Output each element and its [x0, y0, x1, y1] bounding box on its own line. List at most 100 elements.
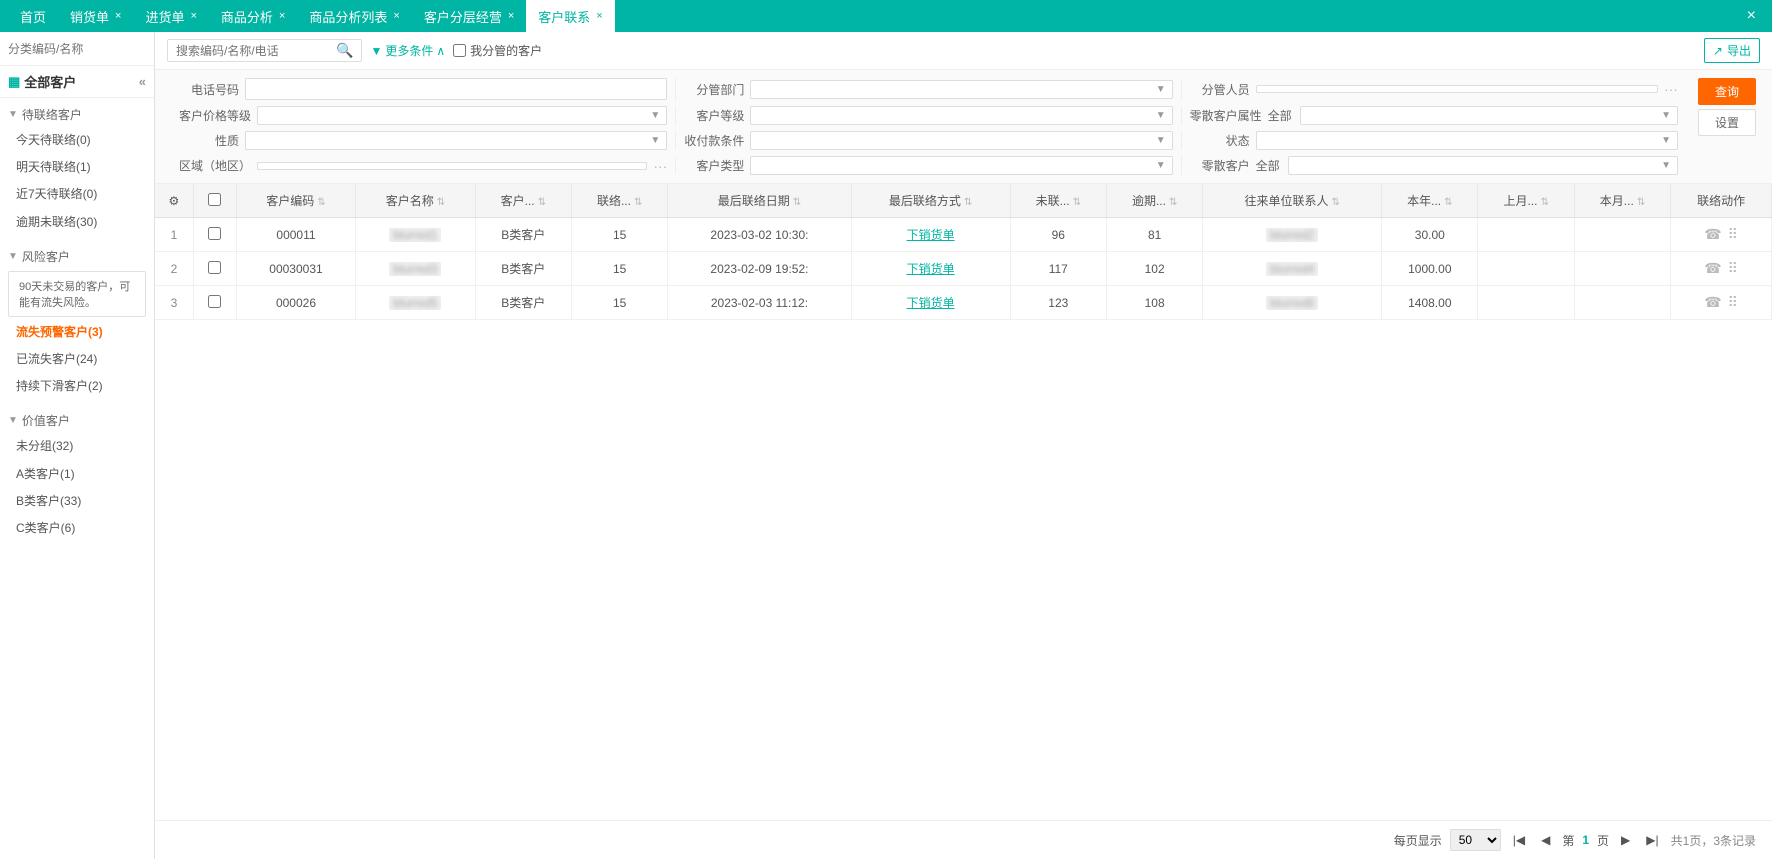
nav-purchase[interactable]: 进货单 × — [133, 0, 208, 32]
th-overdue[interactable]: 逾期...⇅ — [1106, 184, 1202, 218]
sidebar-item-7days[interactable]: 近7天待联络(0) — [0, 181, 154, 208]
filter-person-dots[interactable]: ··· — [1664, 81, 1678, 97]
action-more-icon-1[interactable]: ⠿ — [1728, 260, 1738, 277]
filter-person-label: 分管人员 — [1190, 81, 1250, 98]
cell-lastmonth-2 — [1478, 286, 1574, 320]
cell-type-0: B类客户 — [475, 218, 571, 252]
th-settings[interactable]: ⚙ — [155, 184, 193, 218]
sidebar-item-class-c[interactable]: C类客户(6) — [0, 515, 154, 542]
sidebar-collapse-icon[interactable]: « — [139, 74, 146, 89]
my-customer-checkbox-label[interactable]: 我分管的客户 — [453, 42, 542, 59]
filter-scatter-attr-select[interactable]: ▼ — [1300, 106, 1678, 125]
action-call-icon-0[interactable]: ☎ — [1704, 226, 1721, 243]
filter-cell-nature: 性质 ▼ — [171, 131, 676, 150]
sidebar-item-class-b[interactable]: B类客户(33) — [0, 488, 154, 515]
cell-person-2: blurred6 — [1203, 286, 1382, 320]
th-contact-person[interactable]: 往来单位联系人⇅ — [1203, 184, 1382, 218]
filter-cell-dept: 分管部门 ▼ — [676, 80, 1181, 99]
sidebar-root-label[interactable]: 全部客户 — [24, 72, 76, 91]
action-more-icon-2[interactable]: ⠿ — [1728, 294, 1738, 311]
export-button[interactable]: ↗ 导出 — [1704, 38, 1760, 63]
method-link-0[interactable]: 下销货单 — [907, 228, 955, 242]
filter-cust-type-select[interactable]: ▼ — [750, 156, 1172, 175]
filter-cust-tier-label: 客户等级 — [684, 107, 744, 124]
action-call-icon-1[interactable]: ☎ — [1704, 260, 1721, 277]
sidebar-group-risk-title[interactable]: ▼ 风险客户 — [0, 244, 154, 269]
filter-payment-select[interactable]: ▼ — [750, 131, 1172, 150]
action-more-icon-0[interactable]: ⠿ — [1728, 226, 1738, 243]
filter-scatter-cust-select[interactable]: ▼ — [1288, 156, 1678, 175]
filter-nature-select[interactable]: ▼ — [245, 131, 667, 150]
close-product-analysis-icon[interactable]: × — [279, 10, 285, 22]
page-first-icon[interactable]: |◀ — [1509, 833, 1529, 847]
sidebar-search-input[interactable] — [8, 42, 155, 56]
filter-phone-input[interactable] — [245, 78, 667, 100]
th-name[interactable]: 客户名称⇅ — [356, 184, 475, 218]
per-page-select[interactable]: 50 100 200 — [1450, 829, 1501, 851]
dept-chevron-icon: ▼ — [1156, 84, 1166, 95]
nav-customer-contact[interactable]: 客户联系 × — [526, 0, 614, 32]
th-last-date[interactable]: 最后联络日期⇅ — [668, 184, 851, 218]
action-call-icon-2[interactable]: ☎ — [1704, 294, 1721, 311]
close-product-analysis-list-icon[interactable]: × — [393, 10, 399, 22]
filter-cell-scatter-cust: 零散客户 全部 ▼ — [1182, 156, 1686, 175]
filter-price-tier-select[interactable]: ▼ — [257, 106, 667, 125]
page-next-icon[interactable]: ▶ — [1617, 833, 1634, 847]
nav-product-analysis[interactable]: 商品分析 × — [209, 0, 297, 32]
filter-phone-label: 电话号码 — [179, 81, 239, 98]
toolbar-search-input[interactable] — [176, 44, 336, 58]
sidebar-item-tomorrow[interactable]: 明天待联络(1) — [0, 154, 154, 181]
export-icon: ↗ — [1713, 44, 1723, 58]
sidebar-item-churn-warning[interactable]: 流失预警客户(3) — [0, 319, 154, 346]
th-this-year[interactable]: 本年...⇅ — [1382, 184, 1478, 218]
toolbar-search-button[interactable]: 🔍 — [336, 42, 353, 59]
row-checkbox-2[interactable] — [208, 295, 221, 308]
method-link-1[interactable]: 下销货单 — [907, 262, 955, 276]
close-customer-contact-icon[interactable]: × — [596, 10, 602, 22]
row-checkbox-0[interactable] — [208, 227, 221, 240]
query-button[interactable]: 查询 — [1698, 78, 1756, 105]
filter-row-4: 区域（地区） ··· 客户类型 ▼ — [171, 156, 1686, 175]
cell-method-2: 下销货单 — [851, 286, 1010, 320]
th-last-month[interactable]: 上月...⇅ — [1478, 184, 1574, 218]
filter-region-dots[interactable]: ··· — [653, 158, 667, 174]
row-checkbox-1[interactable] — [208, 261, 221, 274]
close-customer-tier-icon[interactable]: × — [508, 10, 514, 22]
sidebar-item-today[interactable]: 今天待联络(0) — [0, 127, 154, 154]
th-code[interactable]: 客户编码⇅ — [236, 184, 355, 218]
th-last-method[interactable]: 最后联络方式⇅ — [851, 184, 1010, 218]
sidebar-group-value-title[interactable]: ▼ 价值客户 — [0, 408, 154, 433]
page-prev-icon[interactable]: ◀ — [1537, 833, 1554, 847]
filter-cust-tier-select[interactable]: ▼ — [750, 106, 1172, 125]
close-sales-icon[interactable]: × — [115, 10, 121, 22]
th-not-contact[interactable]: 未联...⇅ — [1010, 184, 1106, 218]
sidebar-item-class-a[interactable]: A类客户(1) — [0, 461, 154, 488]
nav-sales[interactable]: 销货单 × — [58, 0, 133, 32]
nav-customer-tier[interactable]: 客户分层经营 × — [412, 0, 526, 32]
sidebar-group-pending-title[interactable]: ▼ 待联络客户 — [0, 102, 154, 127]
cell-thismonth-1 — [1574, 252, 1670, 286]
th-this-month[interactable]: 本月...⇅ — [1574, 184, 1670, 218]
select-all-checkbox[interactable] — [208, 193, 221, 206]
filter-region-input[interactable] — [257, 162, 647, 170]
window-close-button[interactable]: × — [1739, 7, 1764, 25]
filter-settings-button[interactable]: 设置 — [1698, 109, 1756, 136]
th-contact[interactable]: 联络...⇅ — [571, 184, 667, 218]
sidebar-item-ungrouped[interactable]: 未分组(32) — [0, 433, 154, 460]
page-last-icon[interactable]: ▶| — [1642, 833, 1662, 847]
filter-icon: ▼ — [370, 44, 382, 58]
sidebar-item-declining[interactable]: 持续下滑客户(2) — [0, 373, 154, 400]
filter-status-select[interactable]: ▼ — [1256, 131, 1678, 150]
sidebar-item-overdue[interactable]: 逾期未联络(30) — [0, 209, 154, 236]
filter-dept-select[interactable]: ▼ — [750, 80, 1172, 99]
th-type[interactable]: 客户...⇅ — [475, 184, 571, 218]
method-link-2[interactable]: 下销货单 — [907, 296, 955, 310]
filter-more-button[interactable]: ▼ 更多条件 ∧ — [370, 42, 445, 59]
toolbar: 🔍 ▼ 更多条件 ∧ 我分管的客户 ↗ 导出 — [155, 32, 1772, 70]
filter-person-select[interactable] — [1256, 85, 1658, 93]
nav-home[interactable]: 首页 — [8, 0, 58, 32]
sidebar-item-churned[interactable]: 已流失客户(24) — [0, 346, 154, 373]
nav-product-analysis-list[interactable]: 商品分析列表 × — [297, 0, 411, 32]
my-customer-checkbox[interactable] — [453, 44, 466, 57]
close-purchase-icon[interactable]: × — [190, 10, 196, 22]
